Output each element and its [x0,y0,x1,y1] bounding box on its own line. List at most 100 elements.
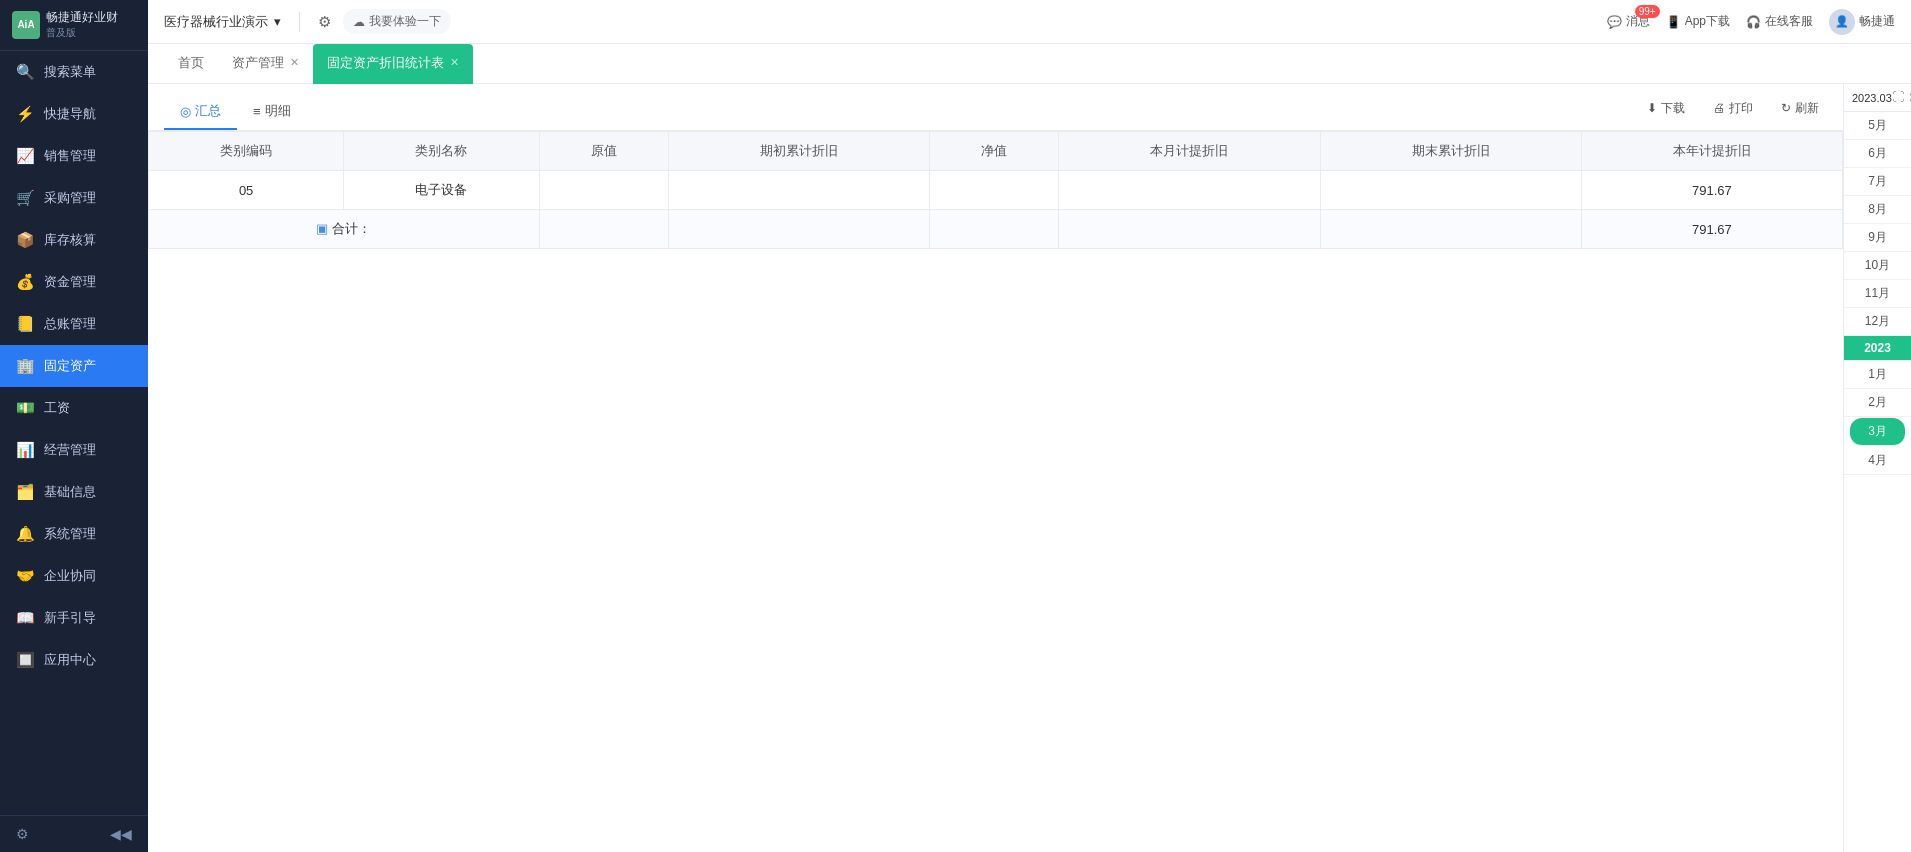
download-icon: ⬇ [1647,101,1657,115]
app-download-icon: 📱 [1666,15,1681,29]
quicknav-icon: ⚡ [16,105,34,123]
refresh-icon: ↻ [1781,101,1791,115]
cell-end-accum [1320,171,1581,210]
date-item-11月[interactable]: 11月 [1844,280,1911,308]
search-icon: 🔍 [16,63,34,81]
tabs-bar: 首页 资产管理 ✕ 固定资产折旧统计表 ✕ [148,44,1911,84]
date-item-12月[interactable]: 12月 [1844,308,1911,336]
sidebar-item-label-sales: 销售管理 [44,147,96,165]
date-item-8月[interactable]: 8月 [1844,196,1911,224]
topbar-divider [299,12,300,32]
summary-label: ▣合计： [149,210,540,249]
col-original: 原值 [539,132,668,171]
tab-depreciation-close[interactable]: ✕ [450,56,459,69]
sidebar-item-guide[interactable]: 📖 新手引导 [0,597,148,639]
refresh-button[interactable]: ↻ 刷新 [1773,96,1827,121]
date-item-5月[interactable]: 5月 [1844,112,1911,140]
tab-assets-label: 资产管理 [232,54,284,72]
col-annual: 本年计提折旧 [1581,132,1842,171]
sidebar-item-label-finance: 资金管理 [44,273,96,291]
content-area: ◎ 汇总 ≡ 明细 ⬇ 下载 🖨 打印 [148,84,1911,852]
collapse-icon[interactable]: ◀◀ [110,826,132,842]
sidebar-item-label-purchase: 采购管理 [44,189,96,207]
subtab-summary[interactable]: ◎ 汇总 [164,94,237,130]
sidebar-item-search[interactable]: 🔍 搜索菜单 [0,51,148,93]
tab-assets-close[interactable]: ✕ [290,56,299,69]
date-item-2月[interactable]: 2月 [1844,389,1911,417]
sidebar-item-system[interactable]: 🔔 系统管理 [0,513,148,555]
customer-service-label: 在线客服 [1765,13,1813,30]
sidebar-item-label-guide: 新手引导 [44,609,96,627]
topbar-settings-icon[interactable]: ⚙ [318,13,331,31]
cell-monthly [1059,171,1320,210]
date-item-6月[interactable]: 6月 [1844,140,1911,168]
page: ◎ 汇总 ≡ 明细 ⬇ 下载 🖨 打印 [148,84,1843,852]
tab-home[interactable]: 首页 [164,44,218,84]
logo-title: 畅捷通好业财 [46,10,118,26]
download-button[interactable]: ⬇ 下载 [1639,96,1693,121]
sidebar-item-label-inventory: 库存核算 [44,231,96,249]
sidebar-item-label-operations: 经营管理 [44,441,96,459]
message-badge: 99+ [1635,5,1660,18]
table-wrap: 类别编码 类别名称 原值 期初累计折旧 净值 本月计提折旧 期末累计折旧 本年计… [148,131,1843,852]
date-item-4月[interactable]: 4月 [1844,447,1911,475]
app-download-label: App下载 [1685,13,1730,30]
col-code: 类别编码 [149,132,344,171]
sidebar-item-ledger[interactable]: 📒 总账管理 [0,303,148,345]
date-item-10月[interactable]: 10月 [1844,252,1911,280]
customer-service-button[interactable]: 🎧 在线客服 [1746,13,1813,30]
tab-assets[interactable]: 资产管理 ✕ [218,44,313,84]
sidebar-item-quicknav[interactable]: ⚡ 快捷导航 [0,93,148,135]
date-item-9月[interactable]: 9月 [1844,224,1911,252]
sidebar-item-fixed[interactable]: 🏢 固定资产 [0,345,148,387]
sidebar-bottom: ⚙ ◀◀ [0,815,148,852]
tab-depreciation[interactable]: 固定资产折旧统计表 ✕ [313,44,473,84]
table-header-row: 类别编码 类别名称 原值 期初累计折旧 净值 本月计提折旧 期末累计折旧 本年计… [149,132,1843,171]
sales-icon: 📈 [16,147,34,165]
sidebar-item-collab[interactable]: 🤝 企业协同 [0,555,148,597]
sidebar-item-finance[interactable]: 💰 资金管理 [0,261,148,303]
sidebar-item-payroll[interactable]: 💵 工资 [0,387,148,429]
sidebar-item-apps[interactable]: 🔲 应用中心 [0,639,148,681]
topbar-right: 💬 消息 99+ 📱 App下载 🎧 在线客服 👤 畅捷通 [1607,9,1895,35]
settings-icon[interactable]: ⚙ [16,826,29,842]
sidebar-item-label-basic: 基础信息 [44,483,96,501]
date-item-2023[interactable]: 2023 [1844,336,1911,361]
cell-annual: 791.67 [1581,171,1842,210]
sidebar-nav: 🔍 搜索菜单 ⚡ 快捷导航 📈 销售管理 🛒 采购管理 📦 库存核算 💰 资金管… [0,51,148,815]
avatar: 👤 [1829,9,1855,35]
date-item-1月[interactable]: 1月 [1844,361,1911,389]
subtab-summary-label: 汇总 [195,102,221,120]
date-item-7月[interactable]: 7月 [1844,168,1911,196]
sidebar-item-sales[interactable]: 📈 销售管理 [0,135,148,177]
sidebar-item-label-collab: 企业协同 [44,567,96,585]
app-download-button[interactable]: 📱 App下载 [1666,13,1730,30]
sidebar-item-operations[interactable]: 📊 经营管理 [0,429,148,471]
experience-button[interactable]: ☁ 我要体验一下 [343,9,451,34]
date-item-3月[interactable]: 3月 [1850,418,1905,446]
operations-icon: 📊 [16,441,34,459]
payroll-icon: 💵 [16,399,34,417]
subtab-detail[interactable]: ≡ 明细 [237,94,307,130]
sidebar-item-basic[interactable]: 🗂️ 基础信息 [0,471,148,513]
sidebar-item-label-payroll: 工资 [44,399,70,417]
sidebar-item-inventory[interactable]: 📦 库存核算 [0,219,148,261]
subtabs: ◎ 汇总 ≡ 明细 ⬇ 下载 🖨 打印 [148,84,1843,131]
table-row[interactable]: 05 电子设备 791.67 [149,171,1843,210]
print-button[interactable]: 🖨 打印 [1705,96,1761,121]
customer-service-icon: 🎧 [1746,15,1761,29]
user-menu[interactable]: 👤 畅捷通 [1829,9,1895,35]
tab-depreciation-label: 固定资产折旧统计表 [327,54,444,72]
cell-initial-accum [668,171,929,210]
message-button[interactable]: 💬 消息 99+ [1607,13,1650,30]
col-monthly: 本月计提折旧 [1059,132,1320,171]
sidebar-item-purchase[interactable]: 🛒 采购管理 [0,177,148,219]
date-panel-title: 2023.03 [1852,92,1892,104]
cell-net [930,171,1059,210]
refresh-label: 刷新 [1795,100,1819,117]
company-selector[interactable]: 医疗器械行业演示 ▾ [164,13,281,31]
sidebar-item-label-system: 系统管理 [44,525,96,543]
basic-icon: 🗂️ [16,483,34,501]
topbar: 医疗器械行业演示 ▾ ⚙ ☁ 我要体验一下 💬 消息 99+ 📱 App下载 🎧… [148,0,1911,44]
date-panel-expand-icon[interactable]: ⛶ [1892,90,1904,105]
